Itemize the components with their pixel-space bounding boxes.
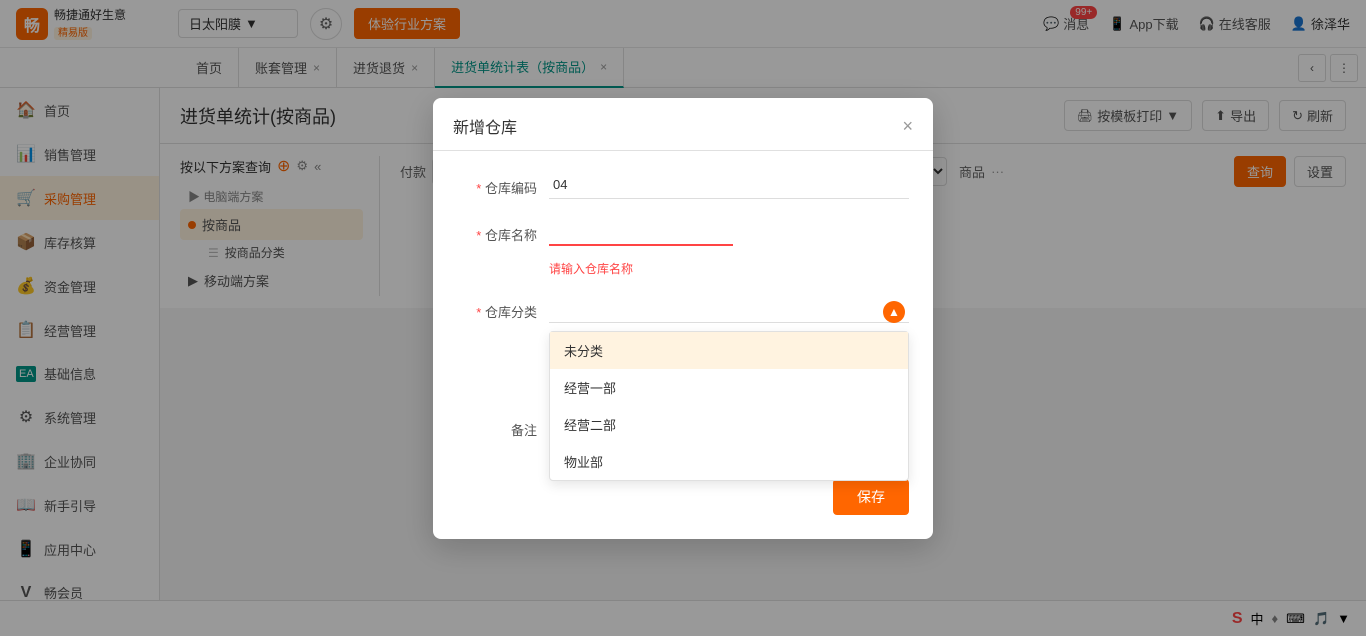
warehouse-category-row: * 仓库分类 ▲ 未分类 经营一部 经营二部	[457, 295, 909, 323]
category-label: * 仓库分类	[457, 295, 537, 321]
modal-body: * 仓库编码 * 仓库名称 请输入仓库名称	[433, 151, 933, 479]
category-input[interactable]	[549, 295, 909, 323]
dropdown-item-dept1[interactable]: 经营一部	[550, 369, 908, 406]
code-label: * 仓库编码	[457, 171, 537, 197]
warehouse-name-row: * 仓库名称 请输入仓库名称	[457, 217, 909, 277]
dropdown-item-property[interactable]: 物业部	[550, 443, 908, 480]
dropdown-item-uncategorized[interactable]: 未分类	[550, 332, 908, 369]
name-required-star: *	[476, 228, 481, 243]
modal-header: 新增仓库 ×	[433, 98, 933, 151]
name-error-msg: 请输入仓库名称	[549, 260, 633, 277]
name-label: * 仓库名称	[457, 218, 537, 244]
category-wrapper: ▲ 未分类 经营一部 经营二部 物业部	[549, 295, 909, 323]
name-input[interactable]	[549, 217, 733, 246]
dropdown-item-dept2[interactable]: 经营二部	[550, 406, 908, 443]
modal-footer: 保存	[433, 479, 933, 515]
modal-overlay: 新增仓库 × * 仓库编码 * 仓库名称	[0, 0, 1366, 636]
new-warehouse-modal: 新增仓库 × * 仓库编码 * 仓库名称	[433, 98, 933, 539]
code-input[interactable]	[549, 171, 909, 199]
modal-title: 新增仓库	[453, 114, 517, 138]
note-label: 备注	[457, 413, 537, 439]
category-required-star: *	[476, 305, 481, 320]
category-dropdown-btn[interactable]: ▲	[883, 301, 905, 323]
warehouse-code-row: * 仓库编码	[457, 171, 909, 199]
code-required-star: *	[476, 181, 481, 196]
category-dropdown-list: 未分类 经营一部 经营二部 物业部	[549, 331, 909, 481]
save-button[interactable]: 保存	[833, 479, 909, 515]
modal-close-btn[interactable]: ×	[902, 117, 913, 135]
